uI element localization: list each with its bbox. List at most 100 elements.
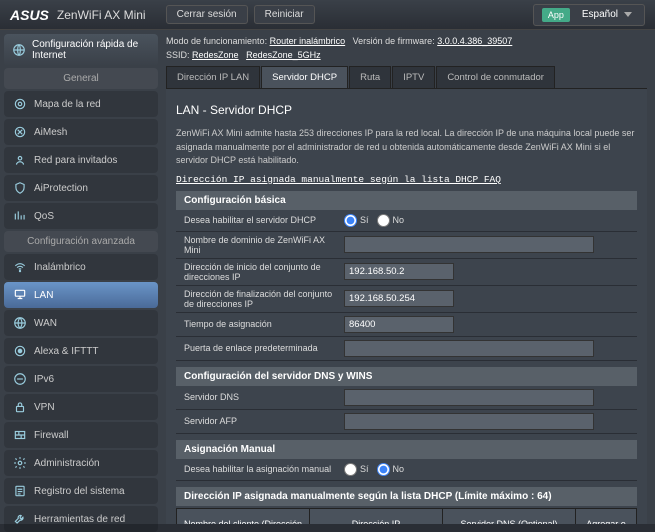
pool-end-input[interactable] [344, 290, 454, 307]
main-panel: Modo de funcionamiento: Router inalámbri… [162, 30, 655, 524]
row-enable-dhcp: Desea habilitar el servidor DHCP Sí No [176, 210, 637, 232]
sidebar-label: Inalámbrico [34, 262, 86, 273]
sidebar-item-qos[interactable]: QoS [4, 203, 158, 229]
afp-label: Servidor AFP [184, 416, 344, 426]
row-gateway: Puerta de enlace predeterminada [176, 337, 637, 361]
sidebar-item-admin[interactable]: Administración [4, 450, 158, 476]
row-manual-enable: Desea habilitar la asignación manual Sí … [176, 459, 637, 481]
manual-no[interactable]: No [377, 463, 405, 476]
radio-manual-yes[interactable] [344, 463, 357, 476]
afp-input[interactable] [344, 413, 594, 430]
sidebar-item-ipv6[interactable]: IPv6 [4, 366, 158, 392]
radio-yes[interactable] [344, 214, 357, 227]
sidebar-label: LAN [34, 290, 53, 301]
sidebar-label: Alexa & IFTTT [34, 346, 98, 357]
sidebar-label: Firewall [34, 430, 68, 441]
lease-label: Tiempo de asignación [184, 319, 344, 329]
enable-dhcp-yes[interactable]: Sí [344, 214, 369, 227]
tab-switch[interactable]: Control de conmutador [436, 66, 555, 88]
enable-dhcp-no[interactable]: No [377, 214, 405, 227]
sidebar-label: AiMesh [34, 127, 67, 138]
ssid-value-2: RedesZone_5GHz [246, 50, 321, 60]
gateway-label: Puerta de enlace predeterminada [184, 343, 344, 353]
sidebar-item-syslog[interactable]: Registro del sistema [4, 478, 158, 504]
pool-start-input[interactable] [344, 263, 454, 280]
page-title: LAN - Servidor DHCP [176, 97, 637, 127]
sidebar-item-firewall[interactable]: Firewall [4, 422, 158, 448]
faq-link[interactable]: Dirección IP asignada manualmente según … [176, 174, 501, 185]
sidebar-item-nettools[interactable]: Herramientas de red [4, 506, 158, 532]
sidebar-header-general: General [4, 68, 158, 89]
th-client: Nombre del cliente (Dirección MAC) [177, 509, 310, 525]
row-afp: Servidor AFP [176, 410, 637, 434]
layout: Configuración rápida de Internet General… [0, 30, 655, 524]
yes-text: Sí [360, 214, 369, 224]
gateway-input[interactable] [344, 340, 594, 357]
sidebar-item-aimesh[interactable]: AiMesh [4, 119, 158, 145]
tab-dhcp[interactable]: Servidor DHCP [261, 66, 348, 88]
reboot-button[interactable]: Reiniciar [254, 5, 315, 24]
sidebar-item-vpn[interactable]: VPN [4, 394, 158, 420]
row-dns: Servidor DNS [176, 386, 637, 410]
chevron-down-icon [624, 12, 632, 17]
sidebar-label: Mapa de la red [34, 99, 101, 110]
wan-icon [12, 315, 28, 331]
domain-label: Nombre de dominio de ZenWiFi AX Mini [184, 235, 344, 255]
row-lease: Tiempo de asignación [176, 313, 637, 337]
meta-mode: Modo de funcionamiento: Router inalámbri… [166, 34, 647, 48]
no-text: No [393, 214, 405, 224]
fw-value[interactable]: 3.0.0.4.386_39507 [437, 36, 512, 46]
sidebar-label: Red para invitados [34, 155, 117, 166]
model-name: ZenWiFi AX Mini [57, 8, 146, 22]
lan-icon [12, 287, 28, 303]
tab-route[interactable]: Ruta [349, 66, 391, 88]
sidebar-item-network-map[interactable]: Mapa de la red [4, 91, 158, 117]
logout-button[interactable]: Cerrar sesión [166, 5, 248, 24]
radio-no[interactable] [377, 214, 390, 227]
language-selector[interactable]: App Español [533, 4, 645, 26]
pool-start-label: Dirección de inicio del conjunto de dire… [184, 262, 344, 282]
dns-label: Servidor DNS [184, 392, 344, 402]
manual-yes[interactable]: Sí [344, 463, 369, 476]
shield-icon [12, 180, 28, 196]
qos-icon [12, 208, 28, 224]
enable-dhcp-label: Desea habilitar el servidor DHCP [184, 215, 344, 225]
sidebar-label: IPv6 [34, 374, 54, 385]
meta-ssid: SSID: RedesZone RedesZone_5GHz [166, 48, 647, 62]
sidebar-label: WAN [34, 318, 57, 329]
sidebar-label: AiProtection [34, 183, 88, 194]
manual-enable-label: Desea habilitar la asignación manual [184, 464, 344, 474]
page-desc: ZenWiFi AX Mini admite hasta 253 direcci… [176, 127, 637, 168]
mode-value[interactable]: Router inalámbrico [270, 36, 346, 46]
sidebar-item-wireless[interactable]: Inalámbrico [4, 254, 158, 280]
language-label: Español [582, 9, 618, 20]
radio-manual-no[interactable] [377, 463, 390, 476]
th-dns: Servidor DNS (Optional) [443, 509, 576, 525]
no-text: No [393, 463, 405, 473]
content: LAN - Servidor DHCP ZenWiFi AX Mini admi… [166, 89, 647, 524]
sidebar-item-aiprotection[interactable]: AiProtection [4, 175, 158, 201]
domain-input[interactable] [344, 236, 594, 253]
sidebar-label: Registro del sistema [34, 486, 125, 497]
sidebar-item-lan[interactable]: LAN [4, 282, 158, 308]
row-pool-start: Dirección de inicio del conjunto de dire… [176, 259, 637, 286]
th-action: Agregar o eliminar [576, 509, 636, 525]
tabs: Dirección IP LAN Servidor DHCP Ruta IPTV… [166, 66, 647, 89]
tab-iptv[interactable]: IPTV [392, 66, 435, 88]
ipv6-icon [12, 371, 28, 387]
sidebar-item-alexa[interactable]: Alexa & IFTTT [4, 338, 158, 364]
top-bar: ASUS ZenWiFi AX Mini Cerrar sesión Reini… [0, 0, 655, 30]
lease-input[interactable] [344, 316, 454, 333]
sidebar-item-wan[interactable]: WAN [4, 310, 158, 336]
tab-lan-ip[interactable]: Dirección IP LAN [166, 66, 260, 88]
sidebar-item-guest[interactable]: Red para invitados [4, 147, 158, 173]
section-basic: Configuración básica [176, 191, 637, 210]
app-badge: App [542, 8, 570, 22]
quick-setup-button[interactable]: Configuración rápida de Internet [4, 34, 158, 66]
map-icon [12, 96, 28, 112]
ssid-label: SSID: [166, 50, 190, 60]
sidebar-label: Herramientas de red [34, 514, 125, 525]
dns-input[interactable] [344, 389, 594, 406]
mode-label: Modo de funcionamiento: [166, 36, 267, 46]
table-header: Nombre del cliente (Dirección MAC) Direc… [176, 508, 637, 525]
